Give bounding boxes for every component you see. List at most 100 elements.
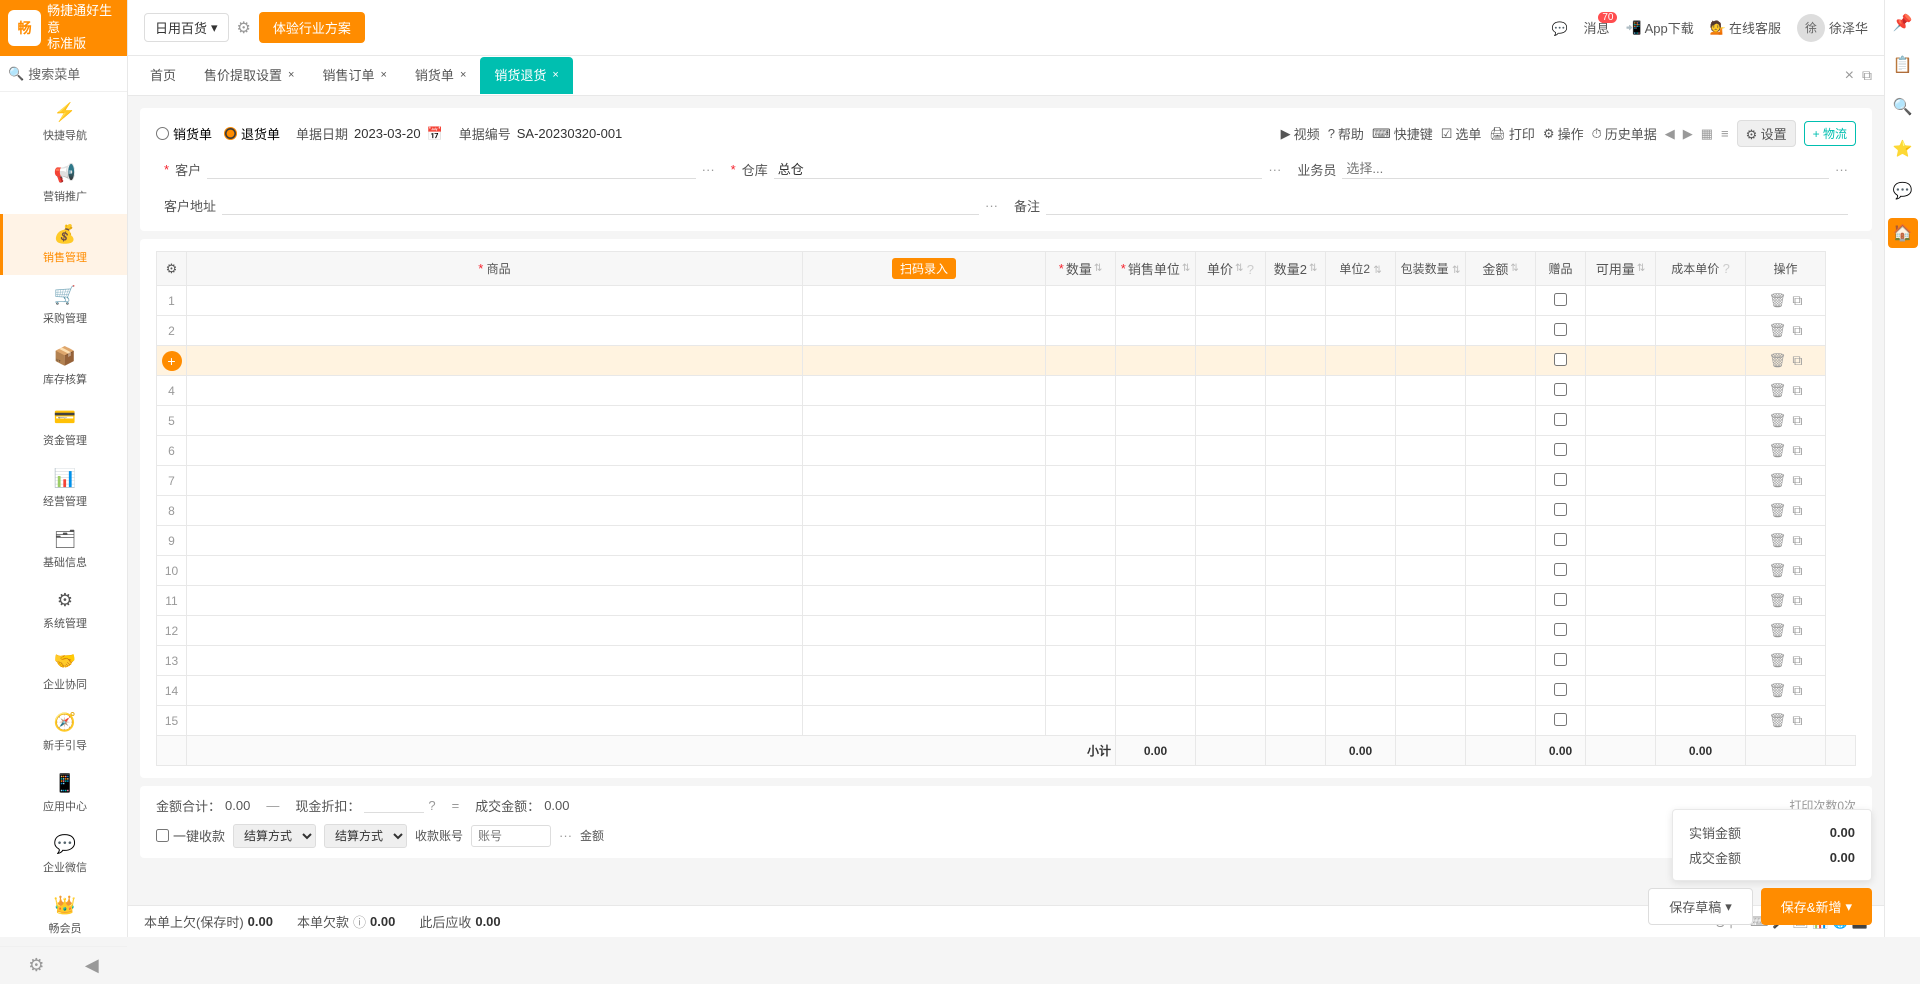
tab-close-icon[interactable]: × <box>552 69 558 81</box>
amount-cell[interactable] <box>1466 406 1536 436</box>
delete-row-button[interactable]: 🗑 <box>1769 682 1787 699</box>
sidebar-item-sales[interactable]: 💰 销售管理 <box>0 214 127 275</box>
sidebar-item-cooperation[interactable]: 🤝 企业协同 <box>0 641 127 702</box>
quantity-cell[interactable] <box>1046 556 1116 586</box>
product-cell[interactable] <box>187 406 803 436</box>
product-cell[interactable] <box>187 586 803 616</box>
quantity2-cell[interactable] <box>1266 526 1326 556</box>
amount-cell[interactable] <box>1466 346 1536 376</box>
sales-unit-cell[interactable] <box>1116 466 1196 496</box>
pack-qty-cell[interactable] <box>1396 556 1466 586</box>
sidebar-item-appstore[interactable]: 📱 应用中心 <box>0 763 127 824</box>
amount-cell[interactable] <box>1466 586 1536 616</box>
tab-close-icon[interactable]: × <box>380 69 386 81</box>
cost-unit-cell[interactable] <box>1656 346 1746 376</box>
pack-qty-cell[interactable] <box>1396 646 1466 676</box>
grid-view-icon[interactable]: ▦ <box>1701 126 1713 142</box>
salesperson-input[interactable] <box>1342 159 1829 179</box>
delete-row-button[interactable]: 🗑 <box>1769 352 1787 369</box>
available-cell[interactable] <box>1586 346 1656 376</box>
pack-qty-cell[interactable] <box>1396 616 1466 646</box>
quantity2-cell[interactable] <box>1266 706 1326 736</box>
th-scan[interactable]: 扫码录入 <box>802 252 1045 286</box>
cost-unit-cell[interactable] <box>1656 496 1746 526</box>
cost-unit-cell[interactable] <box>1656 406 1746 436</box>
product-cell[interactable] <box>187 706 803 736</box>
pack-qty-cell[interactable] <box>1396 346 1466 376</box>
delete-row-button[interactable]: 🗑 <box>1769 442 1787 459</box>
right-panel-search-icon[interactable]: 🔍 <box>1888 92 1918 122</box>
th-gear[interactable]: ⚙ <box>157 252 187 286</box>
sidebar-item-shortcut[interactable]: ⚡ 快捷导航 <box>0 92 127 153</box>
pack-qty-cell[interactable] <box>1396 586 1466 616</box>
price-cell[interactable] <box>1196 376 1266 406</box>
gift-cell[interactable] <box>1536 466 1586 496</box>
cost-unit-cell[interactable] <box>1656 436 1746 466</box>
tab-sales-order[interactable]: 销售订单 × <box>308 57 400 94</box>
copy-row-button[interactable]: ⧉ <box>1792 652 1802 669</box>
tab-price-setting[interactable]: 售价提取设置 × <box>190 57 308 94</box>
unit2-cell[interactable] <box>1326 406 1396 436</box>
radio-return-input[interactable] <box>224 127 237 140</box>
calendar-icon[interactable]: 📅 <box>427 126 443 142</box>
gift-checkbox[interactable] <box>1554 623 1567 636</box>
amount-cell[interactable] <box>1466 316 1536 346</box>
product-cell[interactable] <box>187 616 803 646</box>
copy-row-button[interactable]: ⧉ <box>1792 382 1802 399</box>
sidebar-item-inventory[interactable]: 📦 库存核算 <box>0 336 127 397</box>
unit2-cell[interactable] <box>1326 676 1396 706</box>
amount-cell[interactable] <box>1466 676 1536 706</box>
copy-row-button[interactable]: ⧉ <box>1792 622 1802 639</box>
salesperson-dots-icon[interactable]: ··· <box>1835 162 1848 177</box>
quantity2-cell[interactable] <box>1266 436 1326 466</box>
quantity2-cell[interactable] <box>1266 346 1326 376</box>
pack-qty-cell[interactable] <box>1396 676 1466 706</box>
select-btn[interactable]: ☑ 选单 <box>1441 124 1482 143</box>
product-cell[interactable] <box>187 646 803 676</box>
sales-unit-cell[interactable] <box>1116 376 1196 406</box>
unit2-cell[interactable] <box>1326 646 1396 676</box>
sales-unit-cell[interactable] <box>1116 616 1196 646</box>
cost-unit-cell[interactable] <box>1656 316 1746 346</box>
settlement-select[interactable]: 结算方式 <box>233 824 316 848</box>
delete-row-button[interactable]: 🗑 <box>1769 652 1787 669</box>
sidebar-item-system[interactable]: ⚙ 系统管理 <box>0 580 127 641</box>
pack-qty-cell[interactable] <box>1396 436 1466 466</box>
amount-cell[interactable] <box>1466 556 1536 586</box>
gift-checkbox[interactable] <box>1554 443 1567 456</box>
delete-row-button[interactable]: 🗑 <box>1769 322 1787 339</box>
tab-close-icon[interactable]: × <box>288 69 294 81</box>
gift-checkbox[interactable] <box>1554 413 1567 426</box>
account-input[interactable] <box>471 825 551 847</box>
price-cell[interactable] <box>1196 346 1266 376</box>
unit2-cell[interactable] <box>1326 346 1396 376</box>
sidebar-settings-icon[interactable]: ⚙ <box>28 955 44 976</box>
scan-input-button[interactable]: 扫码录入 <box>892 258 956 279</box>
add-row-icon[interactable]: + <box>162 351 182 371</box>
delete-row-button[interactable]: 🗑 <box>1769 472 1787 489</box>
product-cell[interactable] <box>187 286 803 316</box>
close-all-tabs-button[interactable]: × <box>1841 67 1858 85</box>
product-cell[interactable] <box>187 436 803 466</box>
gift-cell[interactable] <box>1536 676 1586 706</box>
product-cell[interactable] <box>187 556 803 586</box>
delete-row-button[interactable]: 🗑 <box>1769 532 1787 549</box>
quantity2-cell[interactable] <box>1266 406 1326 436</box>
pack-qty-cell[interactable] <box>1396 316 1466 346</box>
available-cell[interactable] <box>1586 406 1656 436</box>
unit2-cell[interactable] <box>1326 616 1396 646</box>
quantity-cell[interactable] <box>1046 526 1116 556</box>
tabs-expand-icon[interactable]: ⧉ <box>1858 67 1876 84</box>
unit2-cell[interactable] <box>1326 586 1396 616</box>
sidebar-item-wechat[interactable]: 💬 企业微信 <box>0 824 127 885</box>
product-cell[interactable] <box>187 376 803 406</box>
amount-cell[interactable] <box>1466 286 1536 316</box>
available-cell[interactable] <box>1586 316 1656 346</box>
sidebar-item-operation[interactable]: 📊 经营管理 <box>0 458 127 519</box>
unit2-cell[interactable] <box>1326 466 1396 496</box>
save-draft-button[interactable]: 保存草稿 ▾ <box>1648 888 1753 925</box>
radio-return[interactable]: 退货单 <box>224 124 280 143</box>
price-cell[interactable] <box>1196 466 1266 496</box>
sidebar-item-finance[interactable]: 💳 资金管理 <box>0 397 127 458</box>
product-cell[interactable] <box>187 346 803 376</box>
